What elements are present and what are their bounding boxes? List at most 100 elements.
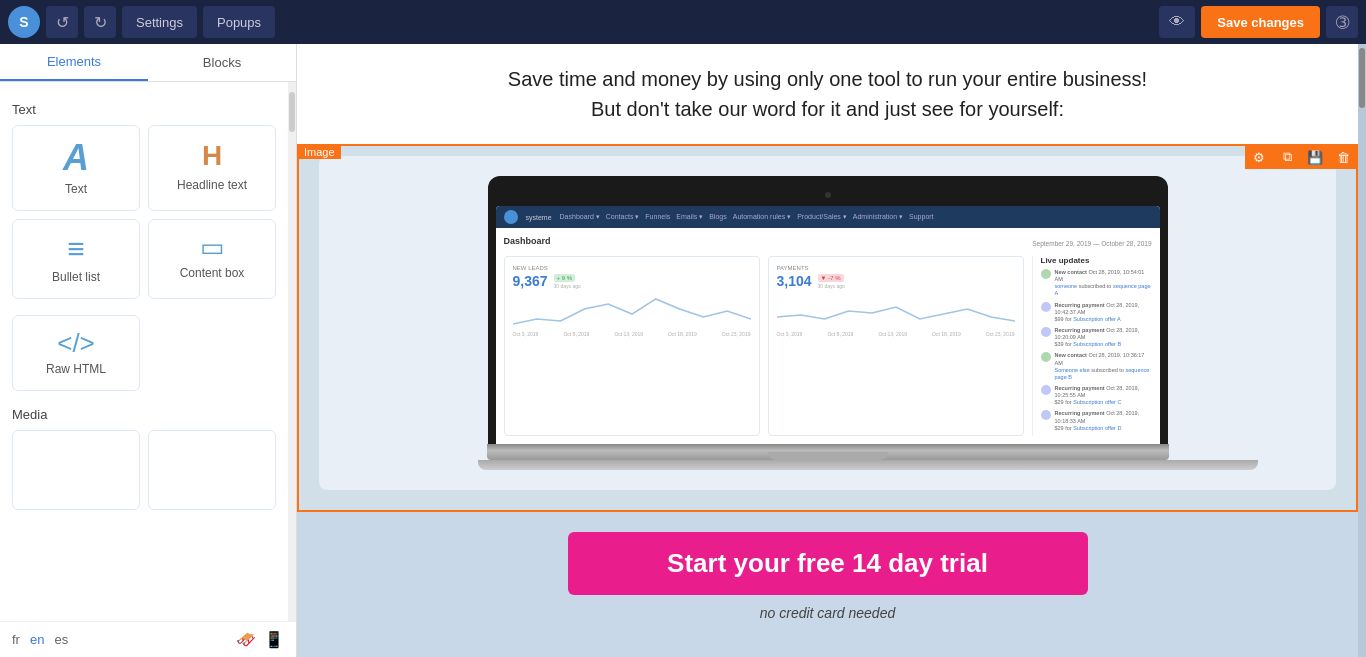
laptop-mockup: systeme Dashboard ▾ Contacts ▾ Funnels E… xyxy=(319,156,1336,490)
device-desktop[interactable]: 🛷 xyxy=(236,630,256,649)
image-delete-btn[interactable]: 🗑 xyxy=(1329,145,1357,169)
nav-funnels: Funnels xyxy=(645,213,670,221)
redo-button[interactable]: ↻ xyxy=(84,6,116,38)
lang-fr[interactable]: fr xyxy=(12,632,20,647)
scrollbar-thumb xyxy=(289,92,295,132)
live-item-4: Recurring payment Oct 28, 2019, 10:25:55… xyxy=(1041,385,1152,406)
lang-es[interactable]: es xyxy=(54,632,68,647)
live-icon-payment xyxy=(1041,302,1051,312)
device-switcher: 🛷 📱 xyxy=(236,630,284,649)
save-button[interactable]: Save changes xyxy=(1201,6,1320,38)
leads-label: NEW LEADS xyxy=(513,265,751,271)
preview-button[interactable]: 👁 xyxy=(1159,6,1195,38)
raw-html-icon: </> xyxy=(57,330,95,356)
laptop-screen: systeme Dashboard ▾ Contacts ▾ Funnels E… xyxy=(496,206,1160,444)
cta-button[interactable]: Start your free 14 day trial xyxy=(568,532,1088,595)
elements-grid-media xyxy=(12,430,276,510)
mini-dashboard: Dashboard September 29, 2019 — October 2… xyxy=(496,228,1160,444)
undo-button[interactable]: ↺ xyxy=(46,6,78,38)
canvas-scrollbar[interactable] xyxy=(1358,44,1366,657)
export-button[interactable]: ➂ xyxy=(1326,6,1358,38)
settings-tab[interactable]: Settings xyxy=(122,6,197,38)
intro-line1: Save time and money by using only one to… xyxy=(317,64,1338,94)
live-icon-payment2 xyxy=(1041,327,1051,337)
headline-icon: H xyxy=(202,140,222,172)
laptop-bottom xyxy=(478,460,1258,470)
lang-en[interactable]: en xyxy=(30,632,44,647)
laptop-image-section: systeme Dashboard ▾ Contacts ▾ Funnels E… xyxy=(299,146,1356,510)
payments-badge: ▼ -7 % xyxy=(818,274,844,282)
payments-chart xyxy=(777,289,1015,329)
payments-value: 3,104 xyxy=(777,273,812,289)
nav-products: Product/Sales ▾ xyxy=(797,213,847,221)
intro-line2: But don't take our word for it and just … xyxy=(317,94,1338,124)
sidebar-lang-bar: fr en es 🛷 📱 xyxy=(0,621,296,657)
cta-section: Start your free 14 day trial no credit c… xyxy=(297,512,1358,641)
element-headline-label: Headline text xyxy=(177,178,247,192)
cta-subtext: no credit card needed xyxy=(317,605,1338,621)
image-toolbar: ⚙ ⧉ 💾 🗑 xyxy=(1245,145,1357,169)
image-settings-btn[interactable]: ⚙ xyxy=(1245,145,1273,169)
image-save-btn[interactable]: 💾 xyxy=(1301,145,1329,169)
elements-grid-text: A Text H Headline text ≡ Bullet list xyxy=(12,125,276,299)
leads-chart xyxy=(513,289,751,329)
live-updates: Live updates New contact Oct 28, 2019, 1… xyxy=(1032,256,1152,436)
section-media-title: Media xyxy=(12,407,276,422)
nav-admin: Administration ▾ xyxy=(853,213,903,221)
live-item-1: Recurring payment Oct 28, 2019, 10:42:37… xyxy=(1041,302,1152,323)
element-headline[interactable]: H Headline text xyxy=(148,125,276,211)
image-label: Image xyxy=(298,145,341,159)
leads-badge: + 9 % xyxy=(554,274,576,282)
dash-date: September 29, 2019 — October 28, 2019 xyxy=(1032,240,1151,247)
element-media-2[interactable] xyxy=(148,430,276,510)
payments-label: PAYMENTS xyxy=(777,265,1015,271)
canvas: Save time and money by using only one to… xyxy=(297,44,1358,657)
live-item-3: New contact Oct 28, 2019, 10:36:17 AMSom… xyxy=(1041,352,1152,381)
sidebar-content: Text A Text H Headline text ≡ B xyxy=(0,82,288,621)
tab-elements[interactable]: Elements xyxy=(0,44,148,81)
element-content-box-label: Content box xyxy=(180,266,245,280)
popups-tab[interactable]: Popups xyxy=(203,6,275,38)
device-mobile[interactable]: 📱 xyxy=(264,630,284,649)
image-duplicate-btn[interactable]: ⧉ xyxy=(1273,145,1301,169)
nav-dashboard: Dashboard ▾ xyxy=(560,213,600,221)
live-item-5: Recurring payment Oct 28, 2019, 10:18:33… xyxy=(1041,410,1152,431)
text-icon: A xyxy=(63,140,89,176)
main-layout: Elements Blocks Text A Text H Headline t… xyxy=(0,44,1366,657)
element-bullet-list[interactable]: ≡ Bullet list xyxy=(12,219,140,299)
canvas-inner: Save time and money by using only one to… xyxy=(297,44,1358,657)
mini-nav: systeme Dashboard ▾ Contacts ▾ Funnels E… xyxy=(496,206,1160,228)
element-content-box[interactable]: ▭ Content box xyxy=(148,219,276,299)
nav-automation: Automation rules ▾ xyxy=(733,213,791,221)
elements-grid-html: </> Raw HTML xyxy=(12,315,276,391)
tab-blocks[interactable]: Blocks xyxy=(148,44,296,81)
element-media-1[interactable] xyxy=(12,430,140,510)
image-element[interactable]: Image ⚙ ⧉ 💾 🗑 xyxy=(297,144,1358,512)
element-text[interactable]: A Text xyxy=(12,125,140,211)
dash-title: Dashboard xyxy=(504,236,551,246)
element-bullet-label: Bullet list xyxy=(52,270,100,284)
intro-section: Save time and money by using only one to… xyxy=(297,44,1358,144)
sidebar: Elements Blocks Text A Text H Headline t… xyxy=(0,44,297,657)
element-text-label: Text xyxy=(65,182,87,196)
live-item-2: Recurring payment Oct 28, 2019, 10:20:09… xyxy=(1041,327,1152,348)
live-icon-contact xyxy=(1041,269,1051,279)
laptop-base xyxy=(487,444,1169,460)
bullet-list-icon: ≡ xyxy=(67,234,85,264)
sidebar-tabs: Elements Blocks xyxy=(0,44,296,82)
nav-blogs: Blogs xyxy=(709,213,727,221)
logo[interactable]: S xyxy=(8,6,40,38)
live-item-0: New contact Oct 28, 2019, 10:54:01 AMsom… xyxy=(1041,269,1152,298)
canvas-scroll-thumb xyxy=(1359,48,1365,108)
live-title: Live updates xyxy=(1041,256,1152,265)
nav-emails: Emails ▾ xyxy=(676,213,703,221)
nav-contacts: Contacts ▾ xyxy=(606,213,640,221)
mini-brand: systeme xyxy=(526,214,552,221)
sidebar-scrollbar[interactable] xyxy=(288,82,296,621)
live-icon-contact2 xyxy=(1041,352,1051,362)
element-raw-html[interactable]: </> Raw HTML xyxy=(12,315,140,391)
topbar: S ↺ ↻ Settings Popups 👁 Save changes ➂ xyxy=(0,0,1366,44)
mini-nav-items: Dashboard ▾ Contacts ▾ Funnels Emails ▾ … xyxy=(560,213,934,221)
live-icon-payment4 xyxy=(1041,410,1051,420)
leads-value: 9,367 xyxy=(513,273,548,289)
